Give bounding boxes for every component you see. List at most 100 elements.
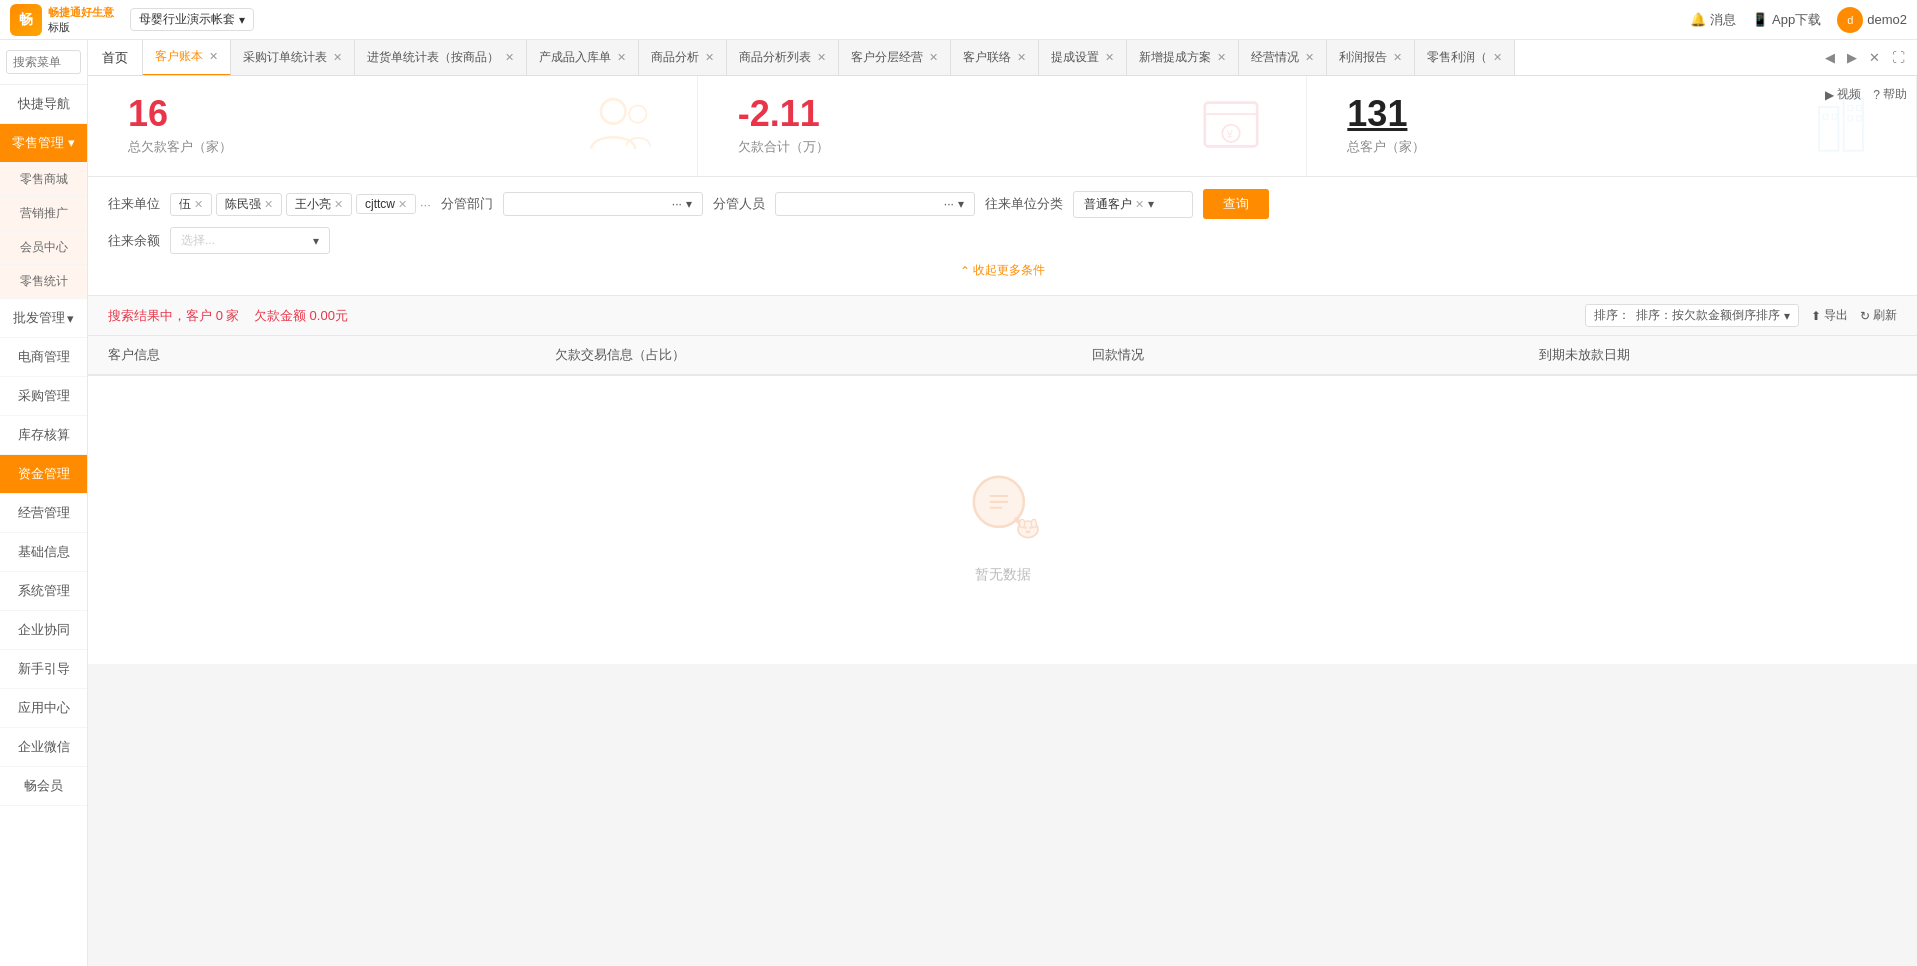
svg-point-0 <box>601 99 626 124</box>
tab-close-icon[interactable]: ✕ <box>209 50 218 63</box>
sidebar-item-retail-stat[interactable]: 零售统计 <box>0 265 87 299</box>
svg-rect-6 <box>1844 98 1863 151</box>
tab-close-icon[interactable]: ✕ <box>1017 51 1026 64</box>
remove-tag-cjttcw[interactable]: ✕ <box>398 198 407 211</box>
sidebar-item-retail[interactable]: 零售管理 ▾ <box>0 124 87 163</box>
tab-profit-report[interactable]: 利润报告 ✕ <box>1327 40 1415 76</box>
sidebar-item-app-center[interactable]: 应用中心 <box>0 689 87 728</box>
top-bar-right: 🔔 消息 📱 App下载 d demo2 <box>1690 7 1907 33</box>
help-button[interactable]: ? 帮助 <box>1873 86 1907 103</box>
remove-tag-chen[interactable]: ✕ <box>264 198 273 211</box>
remove-tag-wu[interactable]: ✕ <box>194 198 203 211</box>
sidebar-sub-retail: 零售商城 营销推广 会员中心 零售统计 <box>0 163 87 299</box>
tab-close-icon[interactable]: ✕ <box>333 51 342 64</box>
svg-rect-9 <box>1848 105 1852 110</box>
account-selector[interactable]: 母婴行业演示帐套 ▾ <box>130 8 254 31</box>
filter-tag-wang: 王小亮 ✕ <box>286 193 352 216</box>
tab-raise-settings[interactable]: 提成设置 ✕ <box>1039 40 1127 76</box>
customer-bg-icon <box>587 90 657 163</box>
tab-close-icon[interactable]: ✕ <box>505 51 514 64</box>
avatar: d <box>1837 7 1863 33</box>
tab-goods-analysis-list[interactable]: 商品分析列表 ✕ <box>727 40 839 76</box>
query-button[interactable]: 查询 <box>1203 189 1269 219</box>
sidebar-item-quick-nav[interactable]: 快捷导航 <box>0 85 87 124</box>
app-container: 畅 畅捷通好生意 标版 母婴行业演示帐套 ▾ 🔔 消息 📱 App下载 d de… <box>0 0 1917 966</box>
tab-close-icon[interactable]: ✕ <box>817 51 826 64</box>
svg-rect-10 <box>1857 105 1861 110</box>
tab-close-icon[interactable]: ✕ <box>1105 51 1114 64</box>
svg-point-22 <box>1019 519 1024 527</box>
balance-label: 往来余额 <box>108 232 160 250</box>
tab-purchase-stat[interactable]: 采购订单统计表 ✕ <box>231 40 355 76</box>
tab-produce-instock[interactable]: 产成品入库单 ✕ <box>527 40 639 76</box>
expand-icon2: ▾ <box>958 197 964 211</box>
user-menu[interactable]: d demo2 <box>1837 7 1907 33</box>
empty-text: 暂无数据 <box>975 566 1031 584</box>
refresh-button[interactable]: ↻ 刷新 <box>1860 307 1897 324</box>
remove-tag-wang[interactable]: ✕ <box>334 198 343 211</box>
tab-close-icon[interactable]: ✕ <box>1393 51 1402 64</box>
sidebar-item-vip-member[interactable]: 畅会员 <box>0 767 87 806</box>
tab-customer-contact[interactable]: 客户联络 ✕ <box>951 40 1039 76</box>
message-button[interactable]: 🔔 消息 <box>1690 11 1736 29</box>
remove-normal-customer[interactable]: ✕ <box>1135 198 1144 211</box>
tab-bar: 首页 客户账本 ✕ 采购订单统计表 ✕ 进货单统计表（按商品） ✕ 产成品入库单… <box>88 40 1917 76</box>
sidebar-item-basic[interactable]: 基础信息 <box>0 533 87 572</box>
tab-instock-stat[interactable]: 进货单统计表（按商品） ✕ <box>355 40 527 76</box>
sidebar-item-ecommerce[interactable]: 电商管理 <box>0 338 87 377</box>
svg-point-23 <box>1031 519 1036 527</box>
sidebar-item-purchase[interactable]: 采购管理 <box>0 377 87 416</box>
collapse-button[interactable]: ⌃ 收起更多条件 <box>960 262 1045 279</box>
dept-select[interactable]: ··· ▾ <box>503 192 703 216</box>
tab-customer-layer[interactable]: 客户分层经营 ✕ <box>839 40 951 76</box>
debt-bg-icon: ¥ <box>1196 90 1266 163</box>
col-header-debt: 欠款交易信息（占比） <box>555 346 1092 364</box>
sidebar-item-enterprise-wechat[interactable]: 企业微信 <box>0 728 87 767</box>
sidebar-item-finance[interactable]: 资金管理 <box>0 455 87 494</box>
tab-prev-button[interactable]: ◀ <box>1821 48 1839 67</box>
search-input[interactable] <box>6 50 81 74</box>
sidebar-item-operation[interactable]: 经营管理 <box>0 494 87 533</box>
sidebar-item-marketing[interactable]: 营销推广 <box>0 197 87 231</box>
tab-next-button[interactable]: ▶ <box>1843 48 1861 67</box>
logo-area: 畅 畅捷通好生意 标版 <box>10 4 130 36</box>
app-download-button[interactable]: 📱 App下载 <box>1752 11 1821 29</box>
sort-select[interactable]: 排序： 排序：按欠款金额倒序排序 ▾ <box>1585 304 1799 327</box>
results-actions: 排序： 排序：按欠款金额倒序排序 ▾ ⬆ 导出 ↻ 刷新 <box>1585 304 1897 327</box>
sidebar-item-enterprise-coop[interactable]: 企业协同 <box>0 611 87 650</box>
tab-close-icon[interactable]: ✕ <box>1305 51 1314 64</box>
sidebar-item-system[interactable]: 系统管理 <box>0 572 87 611</box>
sidebar-item-member[interactable]: 会员中心 <box>0 231 87 265</box>
tab-new-raise-plan[interactable]: 新增提成方案 ✕ <box>1127 40 1239 76</box>
top-bar: 畅 畅捷通好生意 标版 母婴行业演示帐套 ▾ 🔔 消息 📱 App下载 d de… <box>0 0 1917 40</box>
filter-tags-unit: 伍 ✕ 陈民强 ✕ 王小亮 ✕ <box>170 193 431 216</box>
tab-close-icon[interactable]: ✕ <box>617 51 626 64</box>
tab-home[interactable]: 首页 <box>88 40 143 76</box>
person-select[interactable]: ··· ▾ <box>775 192 975 216</box>
filter-tag-normal-customer: 普通客户 ✕ <box>1084 196 1144 213</box>
sidebar-item-retail-shop[interactable]: 零售商城 <box>0 163 87 197</box>
results-bar: 搜索结果中，客户 0 家 欠款金额 0.00元 排序： 排序：按欠款金额倒序排序… <box>88 296 1917 336</box>
export-button[interactable]: ⬆ 导出 <box>1811 307 1848 324</box>
tab-expand-button[interactable]: ⛶ <box>1888 48 1909 67</box>
tab-retail-profit[interactable]: 零售利润（ ✕ <box>1415 40 1515 76</box>
tab-close-all-button[interactable]: ✕ <box>1865 48 1884 67</box>
export-icon: ⬆ <box>1811 309 1821 323</box>
filter-more-button[interactable]: ··· <box>420 197 431 212</box>
empty-state: 暂无数据 <box>88 376 1917 664</box>
empty-icon <box>953 456 1053 556</box>
tab-customer-book[interactable]: 客户账本 ✕ <box>143 40 231 76</box>
tab-biz-status[interactable]: 经营情况 ✕ <box>1239 40 1327 76</box>
sidebar-item-wholesale[interactable]: 批发管理 ▾ <box>0 299 87 338</box>
help-icon: ? <box>1873 88 1880 102</box>
balance-select[interactable]: 选择... ▾ <box>170 227 330 254</box>
sidebar-item-inventory[interactable]: 库存核算 <box>0 416 87 455</box>
tab-goods-analysis[interactable]: 商品分析 ✕ <box>639 40 727 76</box>
tab-close-icon[interactable]: ✕ <box>929 51 938 64</box>
tab-close-icon[interactable]: ✕ <box>705 51 714 64</box>
tab-close-icon[interactable]: ✕ <box>1493 51 1502 64</box>
sidebar-item-new-user[interactable]: 新手引导 <box>0 650 87 689</box>
tab-close-icon[interactable]: ✕ <box>1217 51 1226 64</box>
video-button[interactable]: ▶ 视频 <box>1825 86 1861 103</box>
unit-class-select[interactable]: 普通客户 ✕ ▾ <box>1073 191 1193 218</box>
